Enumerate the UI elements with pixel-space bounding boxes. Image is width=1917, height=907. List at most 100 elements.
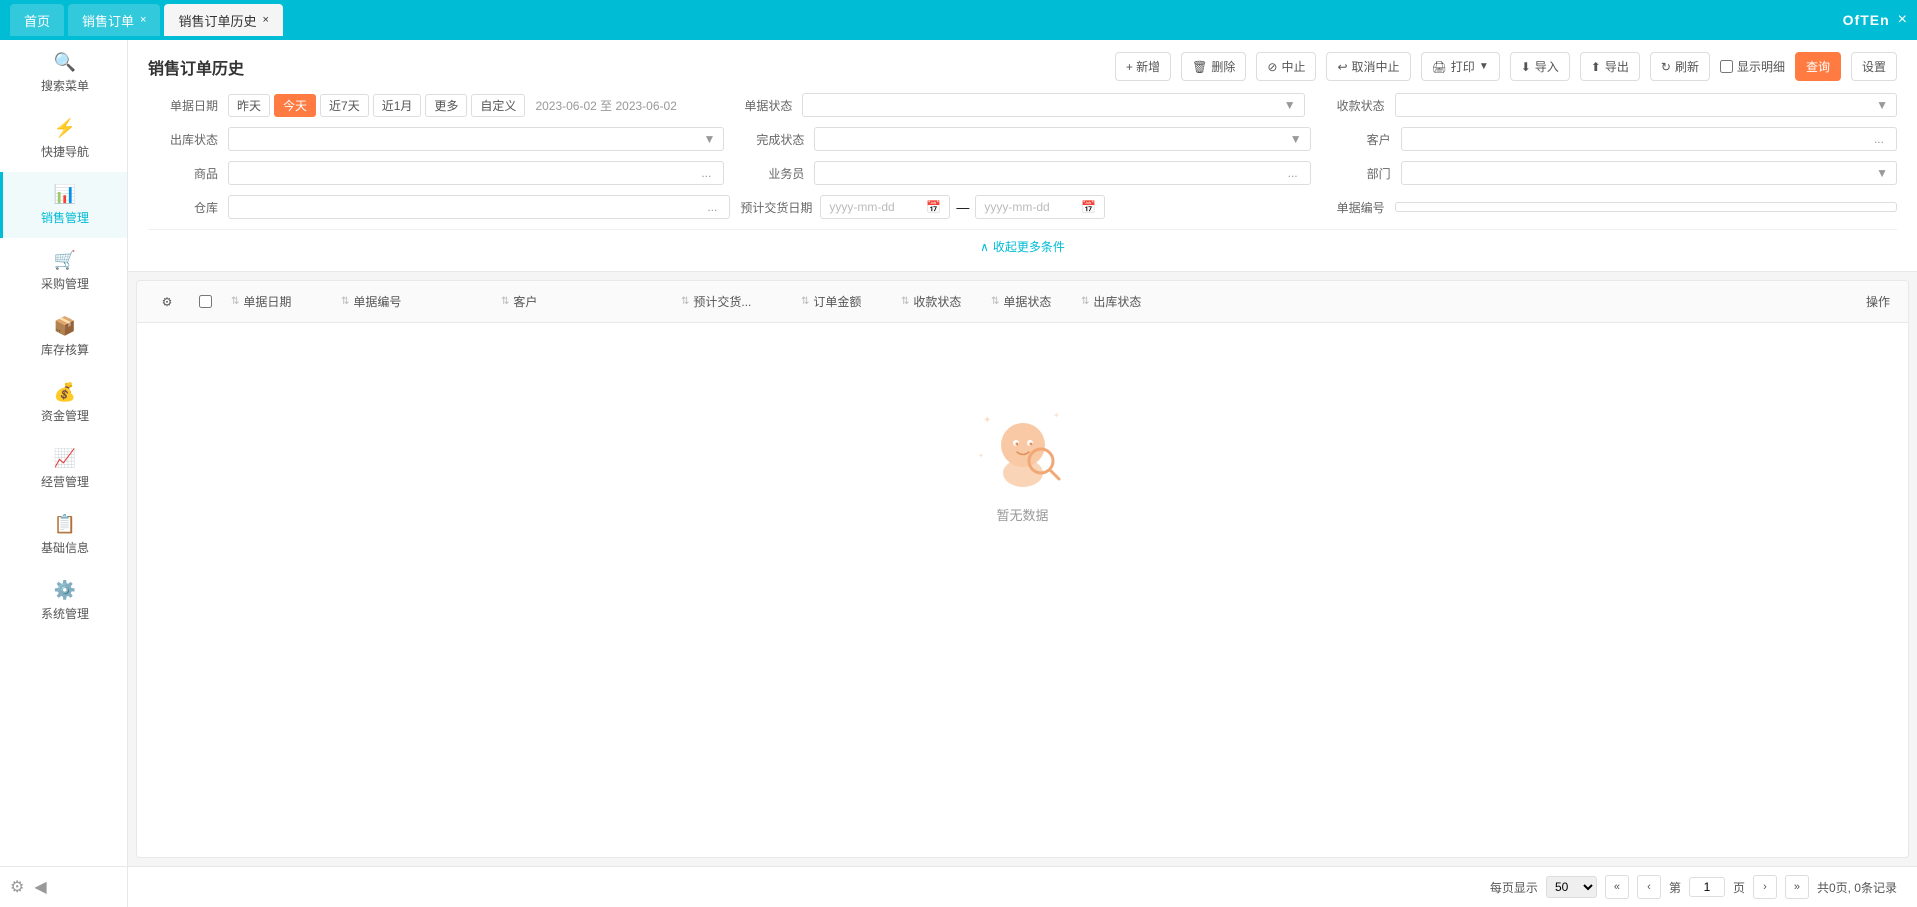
export-label: 导出 (1605, 58, 1629, 75)
th-order-sort-icon[interactable]: ⇅ (991, 296, 999, 307)
tab-sales-order-history[interactable]: 销售订单历史 × (164, 4, 282, 36)
refresh-icon: ↻ (1661, 60, 1671, 74)
delete-btn[interactable]: 🗑 删除 (1181, 52, 1246, 81)
complete-status-label: 完成状态 (734, 131, 804, 148)
content-area: 销售订单历史 + 新增 🗑 删除 ⊘ 中止 ↩ 取消中止 (128, 40, 1917, 907)
import-btn[interactable]: ⬇ 导入 (1510, 52, 1570, 81)
empty-state: ✦ ✦ ✦ 暂无数据 (137, 323, 1908, 604)
goods-input[interactable]: ... (228, 161, 724, 185)
date-btn-yesterday[interactable]: 昨天 (228, 94, 270, 117)
new-btn[interactable]: + 新增 (1115, 52, 1171, 81)
salesperson-dots-btn[interactable]: ... (1284, 166, 1302, 180)
tab-home[interactable]: 首页 (10, 4, 64, 36)
tab-sales-order-history-close[interactable]: × (262, 14, 268, 26)
date-btn-more[interactable]: 更多 (425, 94, 467, 117)
sidebar-item-search-menu[interactable]: 🔍 搜索菜单 (0, 40, 127, 106)
salesperson-input[interactable]: ... (814, 161, 1310, 185)
warehouse-dots-btn[interactable]: ... (703, 200, 721, 214)
th-delivery-sort-icon[interactable]: ⇅ (681, 296, 689, 307)
date-btn-group: 昨天 今天 近7天 近1月 更多 自定义 (228, 94, 525, 117)
sidebar-item-inventory[interactable]: 📦 库存核算 (0, 304, 127, 370)
department-select[interactable]: ▼ (1401, 161, 1897, 185)
per-page-select[interactable]: 50 10 20 100 (1546, 876, 1597, 898)
print-btn[interactable]: 🖨 打印 ▼ (1421, 52, 1500, 81)
page-title-row: 销售订单历史 + 新增 🗑 删除 ⊘ 中止 ↩ 取消中止 (148, 52, 1897, 81)
th-out-sort-icon[interactable]: ⇅ (1081, 296, 1089, 307)
finance-icon: 💰 (54, 382, 76, 403)
sidebar-item-basic[interactable]: 📋 基础信息 (0, 502, 127, 568)
current-page-input[interactable] (1689, 877, 1725, 897)
goods-label: 商品 (148, 165, 218, 182)
date-btn-1month[interactable]: 近1月 (373, 94, 422, 117)
print-label: 打印 (1451, 58, 1475, 75)
customer-label: 客户 (1321, 131, 1391, 148)
filter-row-1: 单据日期 昨天 今天 近7天 近1月 更多 自定义 2023-06-02 至 2… (148, 93, 1897, 117)
out-status-label: 出库状态 (148, 131, 218, 148)
date-btn-custom[interactable]: 自定义 (471, 94, 525, 117)
th-amount: ⇅ 订单金额 (793, 283, 893, 320)
sidebar-item-system[interactable]: ⚙️ 系统管理 (0, 568, 127, 634)
th-receipt-sort-icon[interactable]: ⇅ (901, 296, 909, 307)
order-status-select[interactable]: ▼ (802, 93, 1304, 117)
delivery-date-start-input[interactable]: yyyy-mm-dd 📅 (820, 195, 950, 219)
display-toggle-checkbox[interactable] (1720, 60, 1733, 73)
th-delivery: ⇅ 预计交货... (673, 283, 793, 320)
toolbar: + 新增 🗑 删除 ⊘ 中止 ↩ 取消中止 🖨 打 (1115, 52, 1897, 81)
select-all-checkbox[interactable] (199, 295, 212, 308)
sidebar-collapse-icon[interactable]: ◀ (34, 877, 46, 897)
th-number-sort-icon[interactable]: ⇅ (341, 296, 349, 307)
search-menu-icon: 🔍 (54, 52, 76, 73)
th-amount-sort-icon[interactable]: ⇅ (801, 296, 809, 307)
settings-config-btn[interactable]: 设置 (1851, 52, 1897, 81)
warehouse-input[interactable]: ... (228, 195, 730, 219)
th-amount-label: 订单金额 (813, 293, 861, 310)
first-page-btn[interactable]: « (1605, 875, 1629, 899)
th-settings[interactable]: ⚙ (147, 285, 187, 319)
sidebar-item-finance[interactable]: 💰 资金管理 (0, 370, 127, 436)
next-page-btn[interactable]: › (1753, 875, 1777, 899)
export-btn[interactable]: ⬆ 导出 (1580, 52, 1640, 81)
sidebar-item-sales-label: 销售管理 (41, 209, 89, 226)
sidebar-item-sales[interactable]: 📊 销售管理 (0, 172, 127, 238)
th-date-sort-icon[interactable]: ⇅ (231, 296, 239, 307)
basic-icon: 📋 (54, 514, 76, 535)
th-customer-sort-icon[interactable]: ⇅ (501, 296, 509, 307)
date-label: 单据日期 (148, 97, 218, 114)
sidebar-item-purchase[interactable]: 🛒 采购管理 (0, 238, 127, 304)
collapse-btn[interactable]: ∧ 收起更多条件 (980, 234, 1065, 259)
customer-input[interactable]: ... (1401, 127, 1897, 151)
sidebar-item-quick-nav[interactable]: ⚡ 快捷导航 (0, 106, 127, 172)
calendar-end-icon: 📅 (1081, 200, 1096, 214)
th-out-status: ⇅ 出库状态 (1073, 283, 1163, 320)
th-date: ⇅ 单据日期 (223, 283, 333, 320)
th-checkbox[interactable] (187, 285, 223, 318)
cancel-stop-icon: ↩ (1337, 60, 1347, 74)
date-range-display: 2023-06-02 至 2023-06-02 (535, 97, 676, 114)
last-page-btn[interactable]: » (1785, 875, 1809, 899)
cancel-stop-btn[interactable]: ↩ 取消中止 (1326, 52, 1410, 81)
customer-dots-btn[interactable]: ... (1870, 132, 1888, 146)
date-btn-today[interactable]: 今天 (274, 94, 316, 117)
complete-status-select[interactable]: ▼ (814, 127, 1310, 151)
window-close-btn[interactable]: × (1898, 11, 1907, 29)
sidebar-item-quick-nav-label: 快捷导航 (41, 143, 89, 160)
display-toggle[interactable]: 显示明细 (1720, 58, 1785, 75)
out-status-select[interactable]: ▼ (228, 127, 724, 151)
query-btn[interactable]: 查询 (1795, 52, 1841, 81)
sidebar-settings-icon[interactable]: ⚙ (10, 877, 24, 897)
receipt-status-select[interactable]: ▼ (1395, 93, 1897, 117)
refresh-btn[interactable]: ↻ 刷新 (1650, 52, 1710, 81)
stop-btn[interactable]: ⊘ 中止 (1256, 52, 1316, 81)
date-btn-7days[interactable]: 近7天 (320, 94, 369, 117)
order-number-input[interactable] (1395, 202, 1897, 212)
tab-sales-order-close[interactable]: × (140, 14, 146, 26)
delivery-date-end-input[interactable]: yyyy-mm-dd 📅 (975, 195, 1105, 219)
sidebar-item-operation[interactable]: 📈 经营管理 (0, 436, 127, 502)
prev-page-btn[interactable]: ‹ (1637, 875, 1661, 899)
goods-dots-btn[interactable]: ... (697, 166, 715, 180)
th-delivery-label: 预计交货... (693, 293, 751, 310)
delete-label: 删除 (1211, 58, 1235, 75)
order-status-label: 单据状态 (722, 97, 792, 114)
tab-sales-order[interactable]: 销售订单 × (68, 4, 160, 36)
th-customer: ⇅ 客户 (493, 283, 673, 320)
